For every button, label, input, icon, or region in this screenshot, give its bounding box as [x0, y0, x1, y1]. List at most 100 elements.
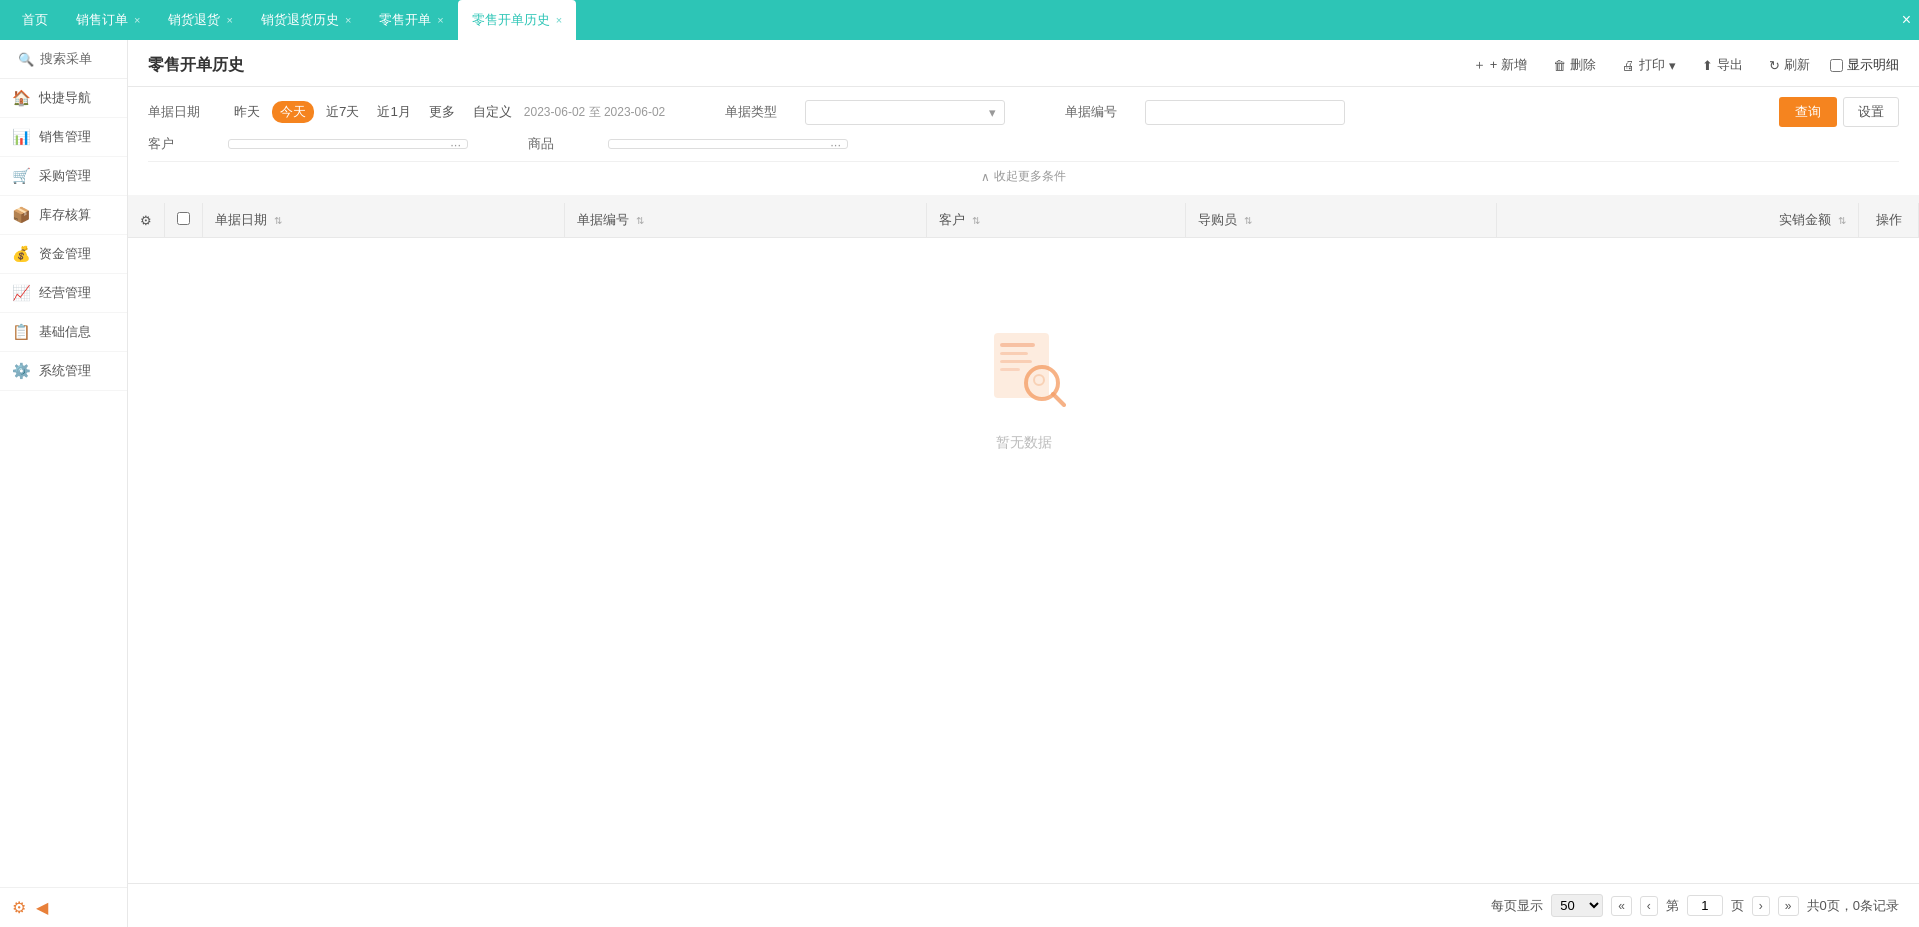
sidebar-collapse-icon[interactable]: ◀ [36, 898, 48, 917]
per-page-label: 每页显示 [1491, 897, 1543, 915]
doc-no-input[interactable] [1145, 100, 1345, 125]
sort-amount-icon[interactable]: ⇅ [1838, 215, 1846, 226]
page-label: 第 [1666, 897, 1679, 915]
custom-btn[interactable]: 自定义 [467, 101, 518, 123]
tab-sales-return-history[interactable]: 销货退货历史 × [247, 0, 365, 40]
sidebar-item-label: 基础信息 [39, 323, 91, 341]
add-button[interactable]: ＋ + 新增 [1467, 52, 1533, 78]
more-btn[interactable]: 更多 [423, 101, 461, 123]
yesterday-btn[interactable]: 昨天 [228, 101, 266, 123]
sidebar-item-label: 快捷导航 [39, 89, 91, 107]
export-button[interactable]: ⬆ 导出 [1696, 52, 1749, 78]
per-page-select[interactable]: 50 10 20 100 [1551, 894, 1603, 917]
total-text: 共0页，0条记录 [1807, 897, 1899, 915]
display-detail-checkbox-label[interactable]: 显示明细 [1830, 56, 1899, 74]
export-icon: ⬆ [1702, 58, 1713, 73]
th-config[interactable]: ⚙ [128, 203, 165, 238]
tab-retail-open-history[interactable]: 零售开单历史 × [458, 0, 576, 40]
prev-page-btn[interactable]: ‹ [1640, 896, 1658, 916]
home-icon: 🏠 [12, 89, 31, 107]
filter-area: 单据日期 昨天 今天 近7天 近1月 更多 自定义 2023-06-02 至 2… [128, 87, 1919, 195]
sales-icon: 📊 [12, 128, 31, 146]
setting-button[interactable]: 设置 [1843, 97, 1899, 127]
chevron-up-icon: ∧ [981, 170, 990, 184]
sidebar-item-operations[interactable]: 📈 经营管理 [0, 274, 127, 313]
search-icon: 🔍 [18, 52, 34, 67]
th-checkbox[interactable] [165, 203, 203, 238]
print-icon: 🖨 [1622, 58, 1635, 73]
last7-btn[interactable]: 近7天 [320, 101, 365, 123]
date-filter-buttons: 昨天 今天 近7天 近1月 更多 自定义 2023-06-02 至 2023-0… [228, 101, 665, 123]
page-title: 零售开单历史 [148, 55, 244, 76]
page-number-input[interactable] [1687, 895, 1723, 916]
sidebar-item-inventory[interactable]: 📦 库存核算 [0, 196, 127, 235]
sidebar-item-label: 采购管理 [39, 167, 91, 185]
config-icon[interactable]: ⚙ [140, 213, 152, 228]
date-range-display: 2023-06-02 至 2023-06-02 [524, 104, 665, 121]
close-tab-retail-open-history[interactable]: × [556, 14, 562, 26]
finance-icon: 💰 [12, 245, 31, 263]
page-header: 零售开单历史 ＋ + 新增 🗑 删除 🖨 打印 ▾ [128, 40, 1919, 87]
delete-icon: 🗑 [1553, 58, 1566, 73]
th-action: 操作 [1859, 203, 1919, 238]
select-all-checkbox[interactable] [177, 212, 190, 225]
sort-docno-icon[interactable]: ⇅ [636, 215, 644, 226]
sidebar-item-quick-nav[interactable]: 🏠 快捷导航 [0, 79, 127, 118]
sidebar-settings-icon[interactable]: ⚙ [12, 898, 26, 917]
th-salesperson: 导购员 ⇅ [1186, 203, 1497, 238]
tab-retail-open[interactable]: 零售开单 × [365, 0, 457, 40]
inventory-icon: 📦 [12, 206, 31, 224]
svg-line-6 [1053, 394, 1064, 405]
sidebar-item-purchase-mgmt[interactable]: 🛒 采购管理 [0, 157, 127, 196]
close-tab-sales-return-history[interactable]: × [345, 14, 351, 26]
sidebar-item-sales-mgmt[interactable]: 📊 销售管理 [0, 118, 127, 157]
sort-date-icon[interactable]: ⇅ [274, 215, 282, 226]
close-tab-sales-order[interactable]: × [134, 14, 140, 26]
tab-sales-return[interactable]: 销货退货 × [154, 0, 246, 40]
delete-button[interactable]: 🗑 删除 [1547, 52, 1602, 78]
first-page-btn[interactable]: « [1611, 896, 1632, 916]
query-button[interactable]: 查询 [1779, 97, 1837, 127]
goods-input[interactable] [608, 139, 848, 149]
data-table: ⚙ 单据日期 ⇅ 单据编号 ⇅ [128, 203, 1919, 238]
th-doc-no: 单据编号 ⇅ [565, 203, 927, 238]
close-tab-retail-open[interactable]: × [437, 14, 443, 26]
purchase-icon: 🛒 [12, 167, 31, 185]
tab-home[interactable]: 首页 [8, 0, 62, 40]
empty-state: 暂无数据 [128, 238, 1919, 492]
today-btn[interactable]: 今天 [272, 101, 314, 123]
sidebar-search[interactable]: 🔍 搜索采单 [0, 40, 127, 79]
sidebar-bottom: ⚙ ◀ [0, 887, 127, 927]
close-tab-sales-return[interactable]: × [226, 14, 232, 26]
collapse-button[interactable]: ∧ 收起更多条件 [981, 168, 1066, 185]
sidebar-search-label: 搜索采单 [40, 50, 92, 68]
sidebar-item-finance[interactable]: 💰 资金管理 [0, 235, 127, 274]
sidebar-item-system[interactable]: ⚙️ 系统管理 [0, 352, 127, 391]
sort-salesperson-icon[interactable]: ⇅ [1244, 215, 1252, 226]
sidebar-item-basic-info[interactable]: 📋 基础信息 [0, 313, 127, 352]
tab-sales-order[interactable]: 销售订单 × [62, 0, 154, 40]
svg-rect-2 [1000, 352, 1028, 355]
refresh-icon: ↻ [1769, 58, 1780, 73]
last-month-btn[interactable]: 近1月 [371, 101, 416, 123]
refresh-button[interactable]: ↻ 刷新 [1763, 52, 1816, 78]
doc-type-select[interactable]: ▾ [805, 100, 1005, 125]
pagination: 每页显示 50 10 20 100 « ‹ 第 页 › » 共0页，0条记录 [128, 883, 1919, 927]
toolbar: ＋ + 新增 🗑 删除 🖨 打印 ▾ ⬆ 导出 [1467, 52, 1899, 78]
customer-input[interactable] [228, 139, 468, 149]
empty-illustration [974, 318, 1074, 418]
next-page-btn[interactable]: › [1752, 896, 1770, 916]
date-filter-label: 单据日期 [148, 103, 208, 121]
sidebar-item-label: 系统管理 [39, 362, 91, 380]
sort-customer-icon[interactable]: ⇅ [972, 215, 980, 226]
sidebar-item-label: 资金管理 [39, 245, 91, 263]
last-page-btn[interactable]: » [1778, 896, 1799, 916]
print-button[interactable]: 🖨 打印 ▾ [1616, 52, 1682, 78]
add-icon: ＋ [1473, 56, 1486, 74]
goods-label: 商品 [528, 135, 588, 153]
operations-icon: 📈 [12, 284, 31, 302]
customer-label: 客户 [148, 135, 208, 153]
top-navigation: 首页 销售订单 × 销货退货 × 销货退货历史 × 零售开单 × 零售开单历史 … [0, 0, 1919, 40]
window-close-button[interactable]: × [1902, 11, 1911, 29]
display-detail-checkbox[interactable] [1830, 59, 1843, 72]
